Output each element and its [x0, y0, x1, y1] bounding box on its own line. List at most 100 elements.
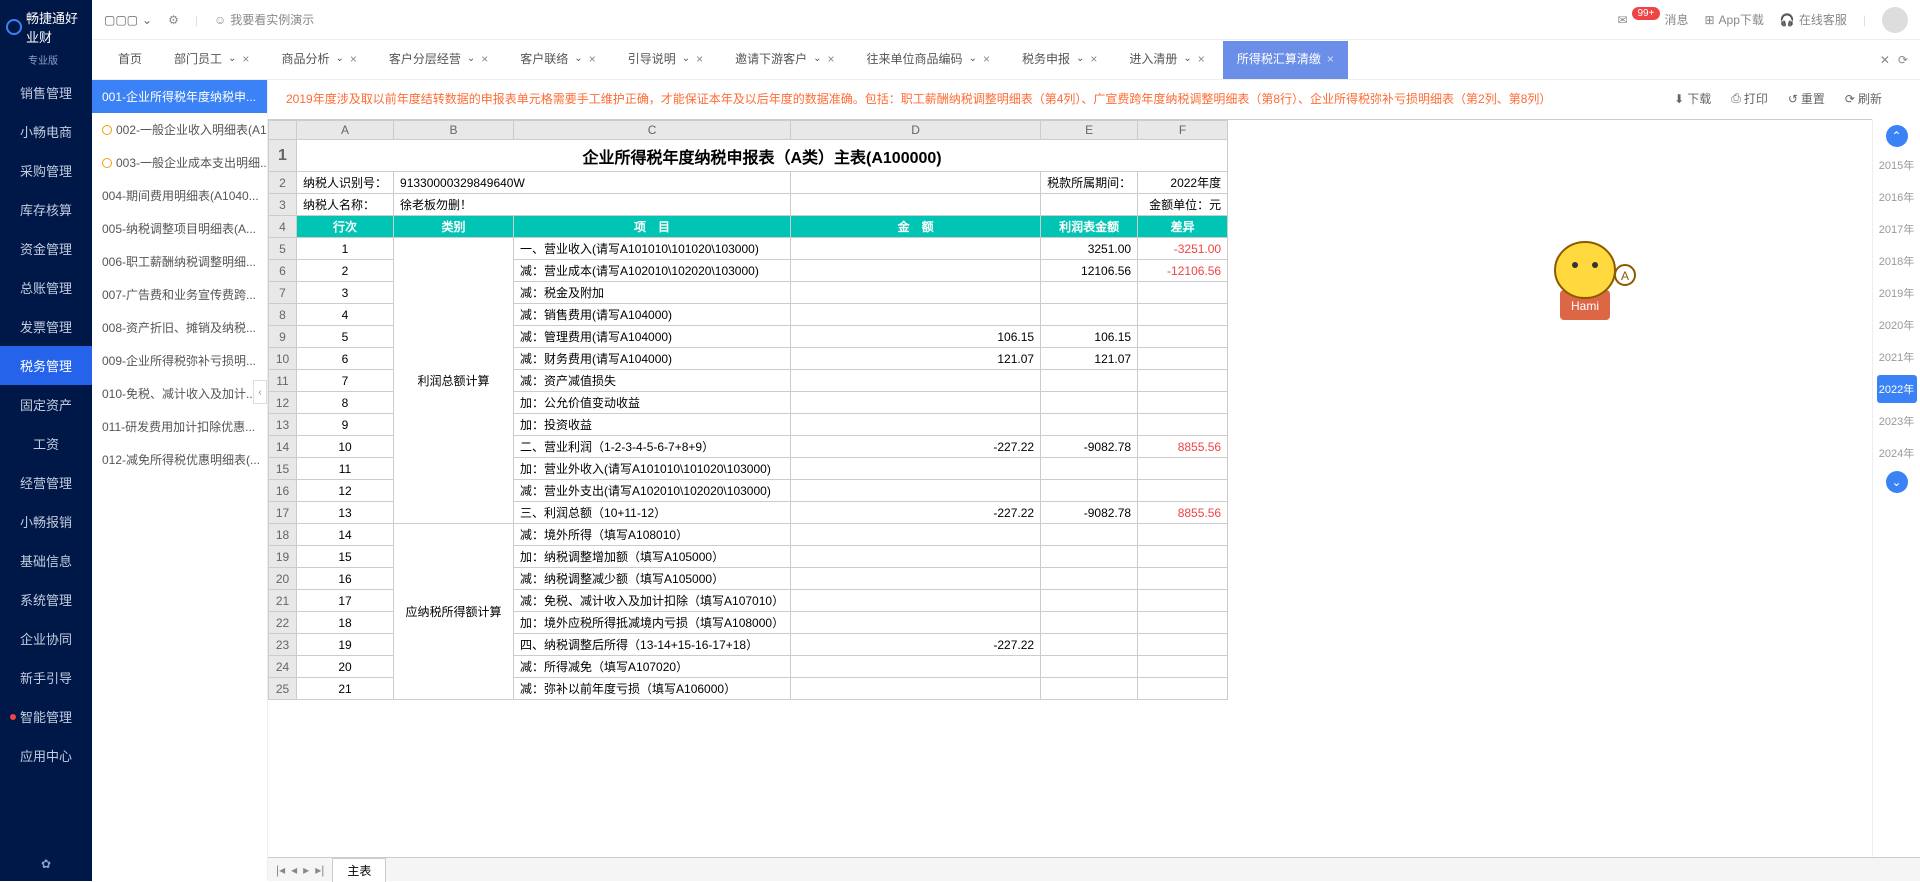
year-button[interactable]: 2024年 — [1877, 439, 1917, 467]
tab[interactable]: 引导说明⌄× — [614, 41, 717, 79]
tab-close-all-icon[interactable]: ✕ — [1880, 53, 1890, 67]
file-list-item[interactable]: 002-一般企业收入明细表(A1... — [92, 113, 267, 146]
settings-gear-icon[interactable]: ⚙ — [168, 13, 179, 27]
tab[interactable]: 部门员工⌄× — [160, 41, 263, 79]
nav-item[interactable]: 发票管理 — [0, 307, 92, 346]
settings-icon[interactable]: ✿ — [0, 847, 92, 881]
close-icon[interactable]: × — [1327, 52, 1334, 66]
close-icon[interactable]: × — [481, 52, 488, 66]
nav-item[interactable]: 新手引导 — [0, 658, 92, 697]
chevron-down-icon: ⌄ — [228, 53, 236, 64]
tab[interactable]: 邀请下游客户⌄× — [721, 41, 848, 79]
sheet-tab-main[interactable]: 主表 — [332, 858, 386, 882]
close-icon[interactable]: × — [983, 52, 990, 66]
file-list-item[interactable]: 007-广告费和业务宣传费跨... — [92, 278, 267, 311]
tab-bar: 首页部门员工⌄×商品分析⌄×客户分层经营⌄×客户联络⌄×引导说明⌄×邀请下游客户… — [92, 40, 1920, 80]
nav-item[interactable]: 系统管理 — [0, 580, 92, 619]
nav-item[interactable]: 经营管理 — [0, 463, 92, 502]
sheet-nav-last-icon[interactable]: ▸| — [315, 863, 324, 877]
scroll-down-icon[interactable]: ⌄ — [1886, 471, 1908, 493]
file-list-item[interactable]: 001-企业所得税年度纳税申... — [92, 80, 267, 113]
year-button[interactable]: 2015年 — [1877, 151, 1917, 179]
nav-item[interactable]: 库存核算 — [0, 190, 92, 229]
close-icon[interactable]: × — [350, 52, 357, 66]
tab[interactable]: 往来单位商品编码⌄× — [853, 41, 1004, 79]
year-button[interactable]: 2021年 — [1877, 343, 1917, 371]
chevron-down-icon: ⌄ — [682, 53, 690, 64]
sheet-nav-first-icon[interactable]: |◂ — [276, 863, 285, 877]
sheet-nav-prev-icon[interactable]: ◂ — [291, 863, 297, 877]
nav-item[interactable]: 工资 — [0, 424, 92, 463]
file-list-item[interactable]: 003-一般企业成本支出明细... — [92, 146, 267, 179]
year-button[interactable]: 2023年 — [1877, 407, 1917, 435]
close-icon[interactable]: × — [589, 52, 596, 66]
sheet-tab-bar: |◂ ◂ ▸ ▸| 主表 — [268, 857, 1920, 881]
close-icon[interactable]: × — [696, 52, 703, 66]
nav-item[interactable]: 资金管理 — [0, 229, 92, 268]
year-button[interactable]: 2022年 — [1877, 375, 1917, 403]
year-button[interactable]: 2018年 — [1877, 247, 1917, 275]
tab[interactable]: 客户分层经营⌄× — [375, 41, 502, 79]
spreadsheet[interactable]: ABCDEF1企业所得税年度纳税申报表（A类）主表(A100000)2纳税人识别… — [268, 119, 1872, 857]
tab[interactable]: 客户联络⌄× — [506, 41, 609, 79]
year-button[interactable]: 2016年 — [1877, 183, 1917, 211]
chevron-down-icon: ⌄ — [1076, 53, 1084, 64]
nav-item[interactable]: 小畅报销 — [0, 502, 92, 541]
scroll-up-icon[interactable]: ⌃ — [1886, 125, 1908, 147]
year-button[interactable]: 2017年 — [1877, 215, 1917, 243]
nav-item[interactable]: 总账管理 — [0, 268, 92, 307]
refresh-button[interactable]: ⟳ 刷新 — [1845, 90, 1882, 107]
chevron-down-icon: ⌄ — [142, 13, 152, 27]
year-button[interactable]: 2020年 — [1877, 311, 1917, 339]
file-list-item[interactable]: 009-企业所得税弥补亏损明... — [92, 344, 267, 377]
nav-item[interactable]: 销售管理 — [0, 73, 92, 112]
nav-item[interactable]: 固定资产 — [0, 385, 92, 424]
nav-item[interactable]: 采购管理 — [0, 151, 92, 190]
chevron-down-icon: ⌄ — [467, 53, 475, 64]
file-list-item[interactable]: 005-纳税调整项目明细表(A... — [92, 212, 267, 245]
demo-link[interactable]: ☺ 我要看实例演示 — [214, 11, 314, 28]
file-list-item[interactable]: 004-期间费用明细表(A1040... — [92, 179, 267, 212]
user-avatar[interactable] — [1882, 7, 1908, 33]
chevron-down-icon: ⌄ — [574, 53, 582, 64]
file-list-item[interactable]: 012-减免所得税优惠明细表(... — [92, 443, 267, 476]
report-file-list: 001-企业所得税年度纳税申...002-一般企业收入明细表(A1...003-… — [92, 80, 268, 881]
tab[interactable]: 首页 — [104, 41, 156, 79]
file-list-item[interactable]: 011-研发费用加计扣除优惠... — [92, 410, 267, 443]
file-list-item[interactable]: 006-职工薪酬纳税调整明细... — [92, 245, 267, 278]
close-icon[interactable]: × — [1090, 52, 1097, 66]
reset-button[interactable]: ↺ 重置 — [1788, 90, 1825, 107]
close-icon[interactable]: × — [1198, 52, 1205, 66]
tab[interactable]: 商品分析⌄× — [267, 41, 370, 79]
sheet-nav-next-icon[interactable]: ▸ — [303, 863, 309, 877]
app-download-button[interactable]: ⊞ App下载 — [1704, 11, 1763, 28]
nav-item[interactable]: 智能管理 — [0, 697, 92, 736]
print-button[interactable]: ⎙ 打印 — [1731, 90, 1768, 107]
file-list-item[interactable]: 008-资产折旧、摊销及纳税... — [92, 311, 267, 344]
brand-name: 畅捷通好业财 — [26, 8, 86, 46]
brand-logo: 畅捷通好业财 — [0, 0, 92, 54]
nav-item[interactable]: 应用中心 — [0, 736, 92, 775]
year-button[interactable]: 2019年 — [1877, 279, 1917, 307]
download-button[interactable]: ⬇ 下载 — [1674, 90, 1711, 107]
nav-item[interactable]: 基础信息 — [0, 541, 92, 580]
nav-item[interactable]: 企业协同 — [0, 619, 92, 658]
nav-item[interactable]: 税务管理 — [0, 346, 92, 385]
tab-refresh-icon[interactable]: ⟳ — [1898, 53, 1908, 67]
collapse-panel-icon[interactable]: ‹ — [253, 380, 267, 404]
close-icon[interactable]: × — [242, 52, 249, 66]
customer-service-button[interactable]: 🎧 在线客服 — [1780, 11, 1847, 28]
chevron-down-icon: ⌄ — [969, 53, 977, 64]
org-dropdown[interactable]: ▢▢▢ ⌄ — [104, 13, 152, 27]
file-list-item[interactable]: 010-免税、减计收入及加计... — [92, 377, 267, 410]
year-panel: ⌃ 2015年 2016年 2017年 2018年 2019年 2020年 2021年 202… — [1872, 119, 1920, 857]
close-icon[interactable]: × — [828, 52, 835, 66]
messages-button[interactable]: ✉99+ 消息 — [1617, 11, 1688, 28]
nav-item[interactable]: 小畅电商 — [0, 112, 92, 151]
tab[interactable]: 税务申报⌄× — [1008, 41, 1111, 79]
tab[interactable]: 所得税汇算清缴× — [1223, 41, 1348, 79]
sheet-toolbar: ⬇ 下载 ⎙ 打印 ↺ 重置 ⟳ 刷新 — [1674, 90, 1902, 107]
main-nav: 销售管理小畅电商采购管理库存核算资金管理总账管理发票管理税务管理固定资产工资经营… — [0, 73, 92, 847]
tab[interactable]: 进入清册⌄× — [1115, 41, 1218, 79]
status-dot-icon — [102, 125, 112, 135]
